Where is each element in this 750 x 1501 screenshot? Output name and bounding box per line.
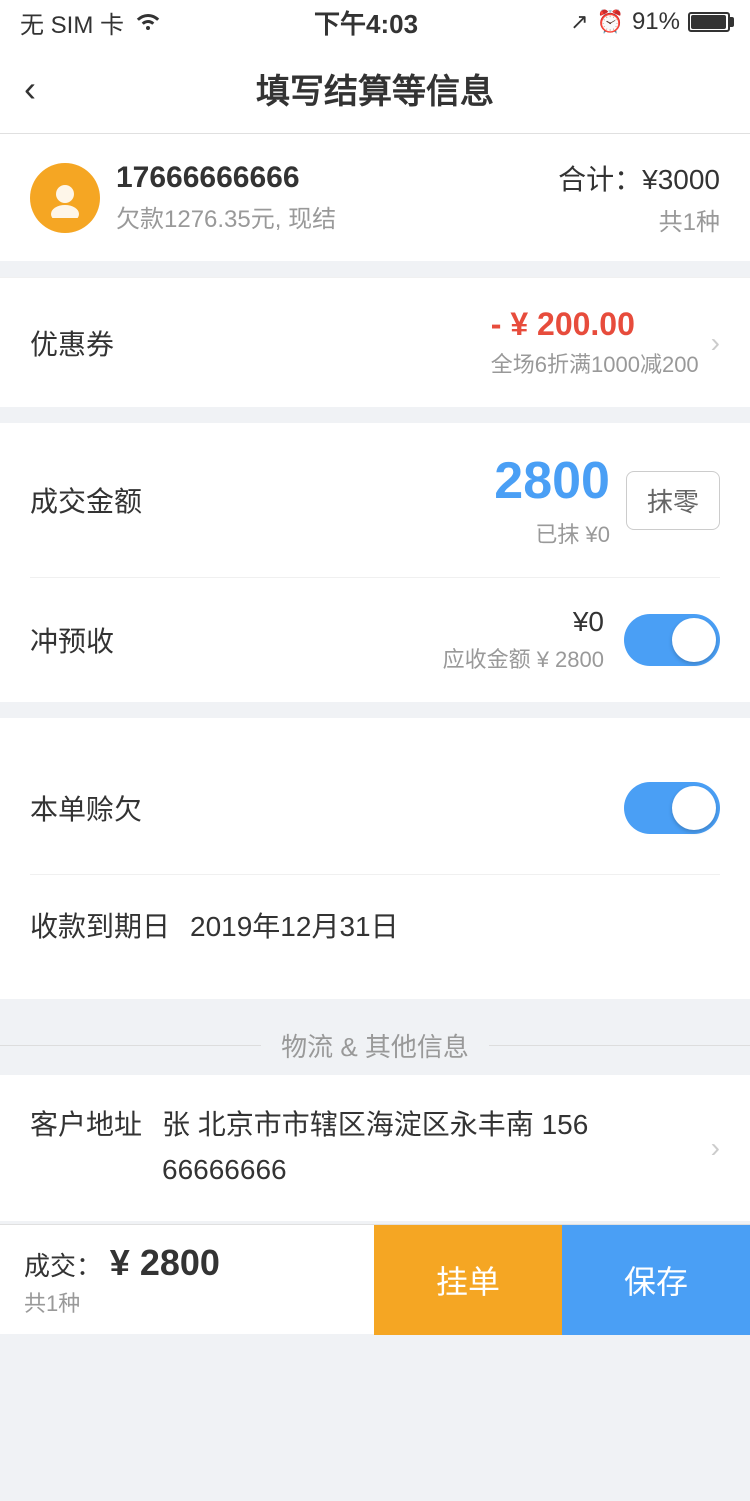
- debt-toggle[interactable]: [624, 782, 720, 834]
- address-chevron-icon: ›: [711, 1132, 720, 1164]
- deal-amount-info: 2800 已抹 ¥0: [494, 451, 610, 549]
- due-date-label: 收款到期日: [30, 905, 170, 945]
- user-details: 17666666666 欠款1276.35元, 现结: [116, 161, 336, 234]
- avatar: [30, 163, 100, 233]
- debt-row: 本单赊欠: [30, 742, 720, 874]
- battery-percent: 91%: [632, 8, 680, 36]
- due-date-value: 2019年12月31日: [190, 905, 399, 945]
- bottom-deal-amount: ¥ 2800: [110, 1242, 220, 1283]
- user-phone: 17666666666: [116, 161, 336, 195]
- coupon-chevron-icon: ›: [711, 327, 720, 359]
- bottom-deal-label: 成交：: [24, 1251, 102, 1281]
- debt-toggle-knob: [672, 786, 716, 830]
- deal-amount-right: 2800 已抹 ¥0 抹零: [494, 451, 720, 549]
- toggle-knob: [672, 618, 716, 662]
- user-info-card: 17666666666 欠款1276.35元, 现结 合计：¥3000 共1种: [0, 134, 750, 261]
- deal-amount-value: 2800: [494, 452, 610, 510]
- user-total: 合计：¥3000 共1种: [558, 158, 720, 237]
- user-info-row: 17666666666 欠款1276.35元, 现结 合计：¥3000 共1种: [30, 158, 720, 237]
- amount-section: 成交金额 2800 已抹 ¥0 抹零 冲预收 ¥0 应收金额 ¥ 2800: [0, 423, 750, 702]
- pre-sub-label: 应收金额 ¥ 2800: [443, 642, 604, 674]
- bottom-count: 共1种: [24, 1286, 350, 1318]
- coupon-desc: 全场6折满1000减200: [491, 347, 699, 379]
- hold-button[interactable]: 挂单: [374, 1225, 562, 1335]
- total-count: 共1种: [558, 202, 720, 237]
- address-value: 张 北京市市辖区海淀区永丰南 156 66666666: [162, 1103, 691, 1193]
- coupon-right: - ¥ 200.00 全场6折满1000减200 ›: [491, 306, 720, 379]
- rounded-label: 已抹 ¥0: [494, 517, 610, 549]
- status-time: 下午4:03: [314, 4, 418, 41]
- section-separator: [0, 407, 750, 423]
- deal-amount-row: 成交金额 2800 已抹 ¥0 抹零: [30, 423, 720, 578]
- due-date-row: 收款到期日 2019年12月31日: [30, 874, 720, 975]
- debt-label: 本单赊欠: [30, 788, 142, 828]
- battery-icon: [688, 12, 730, 32]
- user-info-left: 17666666666 欠款1276.35元, 现结: [30, 161, 336, 234]
- coupon-row[interactable]: 优惠券 - ¥ 200.00 全场6折满1000减200 ›: [0, 277, 750, 407]
- alarm-icon: ⏰: [597, 9, 624, 35]
- coupon-label: 优惠券: [30, 323, 114, 363]
- page-title: 填写结算等信息: [256, 64, 494, 113]
- pre-receive-info: ¥0 应收金额 ¥ 2800: [443, 606, 604, 674]
- coupon-info: - ¥ 200.00 全场6折满1000减200: [491, 306, 699, 379]
- pre-receive-row: 冲预收 ¥0 应收金额 ¥ 2800: [30, 578, 720, 702]
- bottom-deal-row: 成交： ¥ 2800: [24, 1242, 350, 1284]
- logistics-label: 物流 & 其他信息: [281, 1032, 469, 1062]
- pre-receive-toggle[interactable]: [624, 614, 720, 666]
- coupon-discount: - ¥ 200.00: [491, 306, 699, 343]
- carrier-text: 无 SIM 卡: [20, 5, 124, 40]
- save-button[interactable]: 保存: [562, 1225, 750, 1335]
- logistics-label-wrap: 物流 & 其他信息: [261, 1027, 489, 1064]
- bottom-info: 成交： ¥ 2800 共1种: [0, 1242, 374, 1318]
- status-bar: 无 SIM 卡 下午4:03 ↗ ⏰ 91%: [0, 0, 750, 44]
- status-left: 无 SIM 卡: [20, 5, 162, 40]
- wifi-icon: [134, 8, 162, 37]
- section-separator-2: [0, 702, 750, 718]
- nav-bar: ‹ 填写结算等信息: [0, 44, 750, 134]
- debt-section: 本单赊欠 收款到期日 2019年12月31日: [0, 718, 750, 999]
- user-subtitle: 欠款1276.35元, 现结: [116, 199, 336, 234]
- status-right: ↗ ⏰ 91%: [570, 8, 730, 36]
- pre-receive-label: 冲预收: [30, 620, 114, 660]
- round-zero-button[interactable]: 抹零: [626, 471, 720, 530]
- pre-amount-value: ¥0: [443, 606, 604, 638]
- pre-receive-right: ¥0 应收金额 ¥ 2800: [443, 606, 720, 674]
- bottom-bar: 成交： ¥ 2800 共1种 挂单 保存: [0, 1224, 750, 1334]
- address-label: 客户地址: [30, 1103, 142, 1143]
- back-button[interactable]: ‹: [24, 68, 36, 110]
- logistics-separator: 物流 & 其他信息: [0, 1015, 750, 1075]
- total-amount: 合计：¥3000: [558, 158, 720, 198]
- deal-amount-label: 成交金额: [30, 480, 142, 520]
- address-section[interactable]: 客户地址 张 北京市市辖区海淀区永丰南 156 66666666 ›: [0, 1075, 750, 1221]
- location-icon: ↗: [570, 9, 588, 35]
